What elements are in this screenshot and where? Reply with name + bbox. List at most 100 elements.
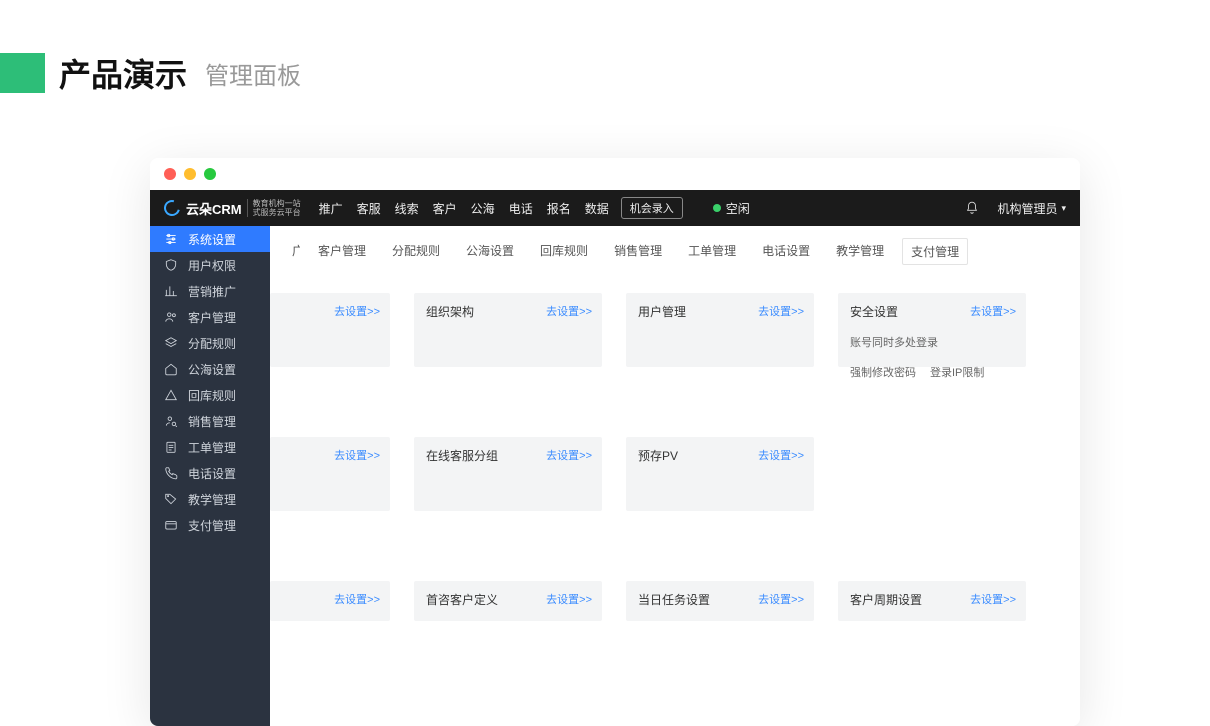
sidebar-label: 客户管理 bbox=[188, 309, 236, 326]
record-button[interactable]: 机会录入 bbox=[621, 197, 683, 219]
go-settings-link[interactable]: 去设置>> bbox=[758, 591, 804, 607]
sidebar-item-phone[interactable]: 电话设置 bbox=[150, 460, 270, 486]
page-title-sub: 管理面板 bbox=[205, 56, 301, 91]
sidebar-item-pool[interactable]: 公海设置 bbox=[150, 356, 270, 382]
card-title: 客户周期设置 bbox=[850, 593, 922, 607]
maximize-icon[interactable] bbox=[204, 168, 216, 180]
tab-item[interactable]: 分配规则 bbox=[384, 238, 448, 265]
nav-item[interactable]: 推广 bbox=[319, 200, 343, 217]
sidebar-label: 电话设置 bbox=[188, 465, 236, 482]
sidebar-label: 支付管理 bbox=[188, 517, 236, 534]
app-body: 系统设置 用户权限 营销推广 客户管理 分配规则 公海设置 bbox=[150, 226, 1080, 726]
status-dot-icon bbox=[713, 204, 721, 212]
sidebar-label: 销售管理 bbox=[188, 413, 236, 430]
sidebar-label: 营销推广 bbox=[188, 283, 236, 300]
settings-card: 去设置>> bbox=[270, 581, 390, 621]
tag-icon bbox=[164, 492, 178, 506]
go-settings-link[interactable]: 去设置>> bbox=[334, 303, 380, 319]
nav-item[interactable]: 客户 bbox=[433, 200, 457, 217]
user-menu[interactable]: 机构管理员 ▾ bbox=[997, 200, 1066, 217]
settings-card: 预存PV 去设置>> bbox=[626, 437, 814, 511]
go-settings-link[interactable]: 去设置>> bbox=[758, 303, 804, 319]
tab-item[interactable]: 工单管理 bbox=[680, 238, 744, 265]
go-settings-link[interactable]: 去设置>> bbox=[970, 303, 1016, 319]
logo-text: 云朵CRM bbox=[186, 199, 242, 218]
window-chrome bbox=[150, 158, 1080, 190]
sidebar-item-user-auth[interactable]: 用户权限 bbox=[150, 252, 270, 278]
settings-card: 安全设置 去设置>> 账号同时多处登录 强制修改密码 登录IP限制 bbox=[838, 293, 1026, 367]
nav-item[interactable]: 报名 bbox=[547, 200, 571, 217]
card-tags: 账号同时多处登录 强制修改密码 登录IP限制 bbox=[850, 334, 1014, 380]
sidebar-item-customer[interactable]: 客户管理 bbox=[150, 304, 270, 330]
content-area: 广 客户管理 分配规则 公海设置 回库规则 销售管理 工单管理 电话设置 教学管… bbox=[270, 226, 1080, 726]
notification-bell-icon[interactable] bbox=[965, 201, 979, 215]
nav-item[interactable]: 数据 bbox=[585, 200, 609, 217]
users-icon bbox=[164, 310, 178, 324]
go-settings-link[interactable]: 去设置>> bbox=[758, 447, 804, 463]
card-row-2: 去设置>> 在线客服分组 去设置>> 预存PV 去设置>> bbox=[270, 437, 1080, 511]
top-nav: 推广 客服 线索 客户 公海 电话 报名 数据 bbox=[319, 200, 609, 217]
logo-slogan: 教育机构一站 式服务云平台 bbox=[247, 199, 301, 217]
sidebar-item-return[interactable]: 回库规则 bbox=[150, 382, 270, 408]
card-title: 安全设置 bbox=[850, 305, 898, 319]
chart-icon bbox=[164, 284, 178, 298]
card-title: 在线客服分组 bbox=[426, 449, 498, 463]
tab-item[interactable]: 电话设置 bbox=[754, 238, 818, 265]
tab-item[interactable]: 客户管理 bbox=[310, 238, 374, 265]
tab-item[interactable]: 支付管理 bbox=[902, 238, 968, 265]
app-header: 云朵CRM 教育机构一站 式服务云平台 推广 客服 线索 客户 公海 电话 报名… bbox=[150, 190, 1080, 226]
sidebar-item-sales[interactable]: 销售管理 bbox=[150, 408, 270, 434]
settings-card: 在线客服分组 去设置>> bbox=[414, 437, 602, 511]
sidebar: 系统设置 用户权限 营销推广 客户管理 分配规则 公海设置 bbox=[150, 226, 270, 726]
shield-icon bbox=[164, 258, 178, 272]
minimize-icon[interactable] bbox=[184, 168, 196, 180]
tab-item[interactable]: 公海设置 bbox=[458, 238, 522, 265]
nav-item[interactable]: 电话 bbox=[509, 200, 533, 217]
status-indicator[interactable]: 空闲 bbox=[713, 200, 750, 217]
house-icon bbox=[164, 362, 178, 376]
settings-card: 用户管理 去设置>> bbox=[626, 293, 814, 367]
tab-item[interactable]: 销售管理 bbox=[606, 238, 670, 265]
nav-item[interactable]: 线索 bbox=[395, 200, 419, 217]
nav-item[interactable]: 客服 bbox=[357, 200, 381, 217]
go-settings-link[interactable]: 去设置>> bbox=[546, 447, 592, 463]
go-settings-link[interactable]: 去设置>> bbox=[546, 591, 592, 607]
sidebar-item-ticket[interactable]: 工单管理 bbox=[150, 434, 270, 460]
sidebar-label: 分配规则 bbox=[188, 335, 236, 352]
settings-card: 去设置>> bbox=[270, 293, 390, 367]
user-label: 机构管理员 bbox=[997, 200, 1057, 217]
go-settings-link[interactable]: 去设置>> bbox=[334, 447, 380, 463]
card-tag: 账号同时多处登录 bbox=[850, 334, 938, 350]
card-icon bbox=[164, 518, 178, 532]
page-header: 产品演示 管理面板 bbox=[0, 0, 1210, 96]
sidebar-item-teaching[interactable]: 教学管理 bbox=[150, 486, 270, 512]
tab-item[interactable]: 回库规则 bbox=[532, 238, 596, 265]
go-settings-link[interactable]: 去设置>> bbox=[334, 591, 380, 607]
sidebar-item-payment[interactable]: 支付管理 bbox=[150, 512, 270, 538]
sidebar-label: 用户权限 bbox=[188, 257, 236, 274]
sidebar-item-system[interactable]: 系统设置 bbox=[150, 226, 270, 252]
nav-item[interactable]: 公海 bbox=[471, 200, 495, 217]
status-label: 空闲 bbox=[726, 200, 750, 217]
card-title: 组织架构 bbox=[426, 305, 474, 319]
card-title: 当日任务设置 bbox=[638, 593, 710, 607]
logo-icon bbox=[161, 197, 183, 219]
card-row-1: 去设置>> 组织架构 去设置>> 用户管理 去设置>> 安全设置 去设置>> 账… bbox=[270, 293, 1080, 367]
tab-item[interactable]: 教学管理 bbox=[828, 238, 892, 265]
go-settings-link[interactable]: 去设置>> bbox=[970, 591, 1016, 607]
sidebar-item-marketing[interactable]: 营销推广 bbox=[150, 278, 270, 304]
layers-icon bbox=[164, 336, 178, 350]
sidebar-label: 工单管理 bbox=[188, 439, 236, 456]
sidebar-label: 系统设置 bbox=[188, 231, 236, 248]
phone-icon bbox=[164, 466, 178, 480]
browser-window: 云朵CRM 教育机构一站 式服务云平台 推广 客服 线索 客户 公海 电话 报名… bbox=[150, 158, 1080, 726]
sidebar-item-assign[interactable]: 分配规则 bbox=[150, 330, 270, 356]
page-title-bold: 产品演示 bbox=[59, 50, 187, 96]
go-settings-link[interactable]: 去设置>> bbox=[546, 303, 592, 319]
tab-partial[interactable]: 广 bbox=[284, 238, 300, 265]
close-icon[interactable] bbox=[164, 168, 176, 180]
sidebar-label: 回库规则 bbox=[188, 387, 236, 404]
settings-card: 当日任务设置 去设置>> bbox=[626, 581, 814, 621]
search-user-icon bbox=[164, 414, 178, 428]
chevron-down-icon: ▾ bbox=[1061, 203, 1066, 214]
